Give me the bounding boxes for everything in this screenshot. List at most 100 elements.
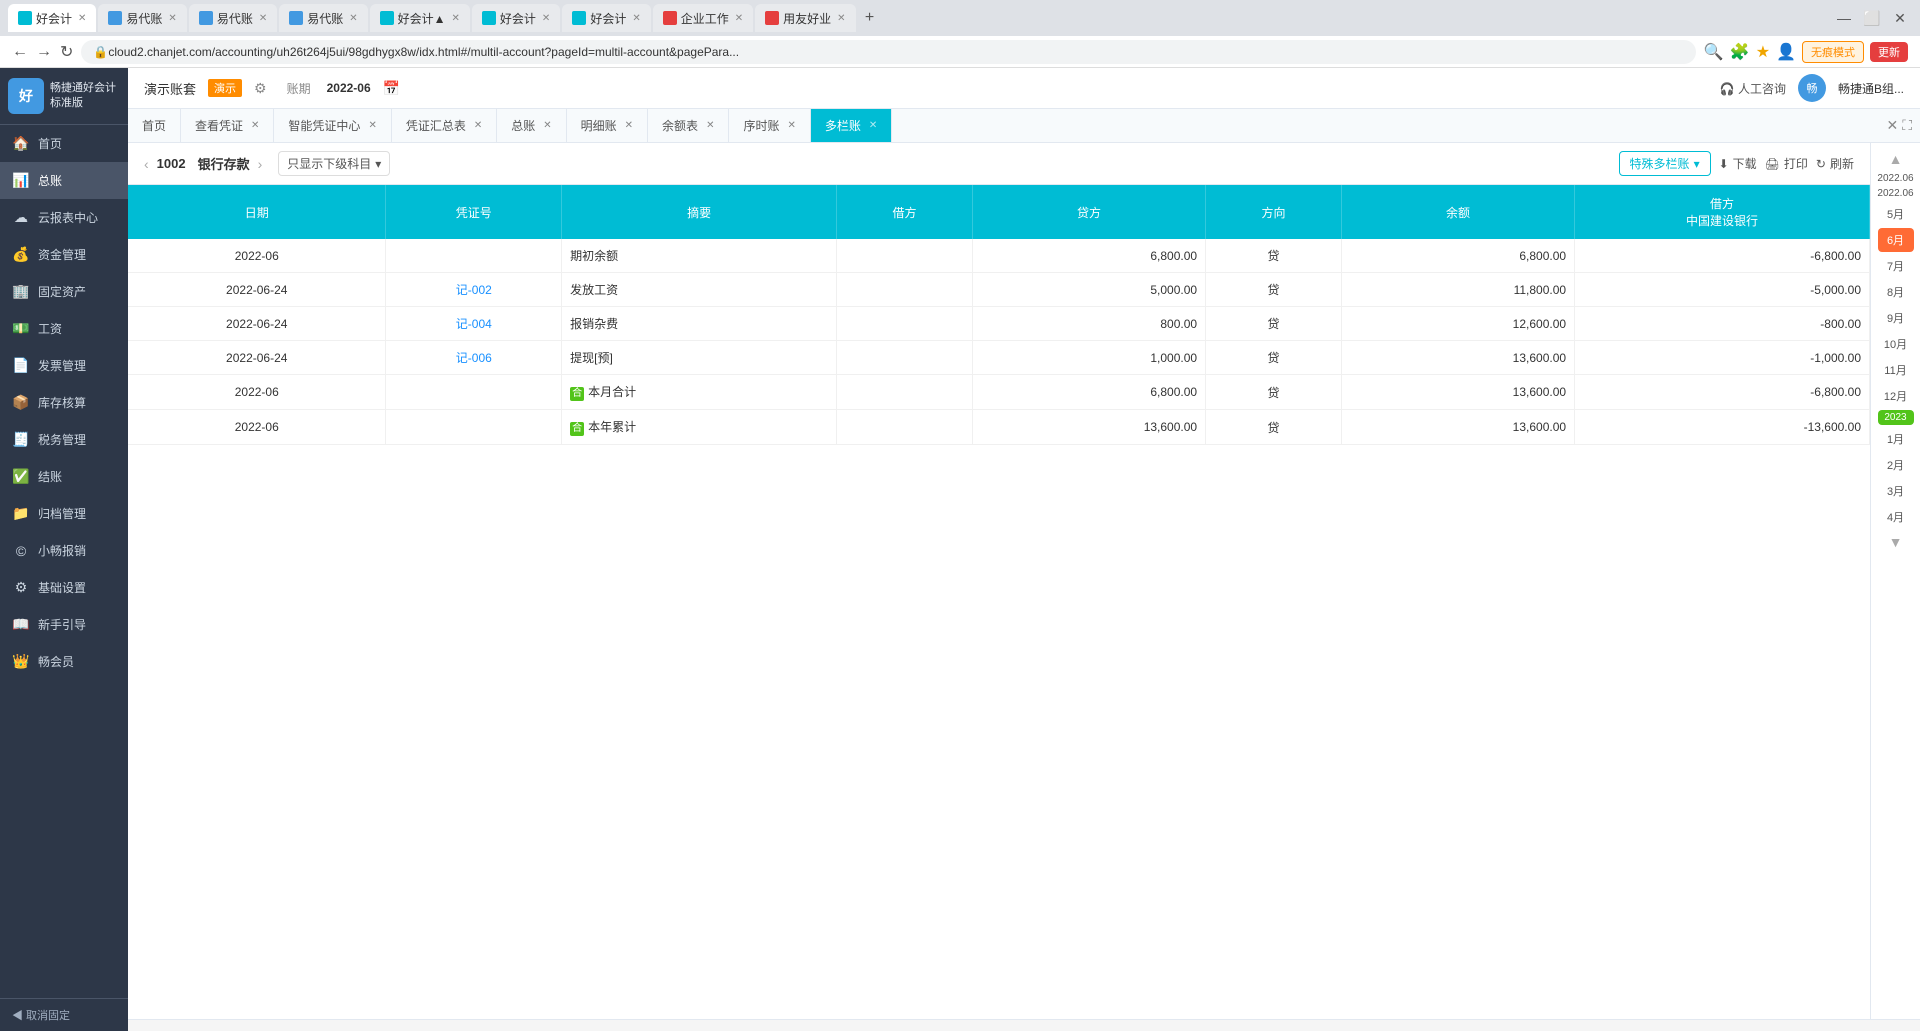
browser-tab-7[interactable]: 企业工作 ✕	[653, 4, 753, 32]
month-item-2[interactable]: 2月	[1878, 453, 1914, 477]
month-item-8[interactable]: 8月	[1878, 280, 1914, 304]
sidebar-item-reports[interactable]: ☁ 云报表中心	[0, 199, 128, 236]
restore-button[interactable]: ⬜	[1860, 6, 1884, 30]
tab-close-voucher[interactable]: ✕	[251, 120, 259, 131]
page-tab-general[interactable]: 总账 ✕	[497, 109, 566, 142]
month-item-4[interactable]: 4月	[1878, 505, 1914, 529]
tab-close-smart[interactable]: ✕	[368, 120, 376, 131]
minimize-button[interactable]: —	[1832, 6, 1856, 30]
guide-icon: 📖	[12, 616, 30, 633]
page-tab-sequence[interactable]: 序时账 ✕	[729, 109, 810, 142]
sidebar-item-guide[interactable]: 📖 新手引导	[0, 606, 128, 643]
bookmark-icon[interactable]: ★	[1756, 42, 1770, 62]
no-trace-button[interactable]: 无痕模式	[1802, 41, 1864, 63]
browser-tab-1[interactable]: 易代账 ✕	[98, 4, 186, 32]
month-item-7[interactable]: 7月	[1878, 254, 1914, 278]
sidebar-item-salary[interactable]: 💵 工资	[0, 310, 128, 347]
browser-tab-2[interactable]: 易代账 ✕	[189, 4, 277, 32]
voucher-link[interactable]: 记-004	[456, 317, 492, 331]
sidebar-item-invoice[interactable]: 📄 发票管理	[0, 347, 128, 384]
tab-close-4[interactable]: ✕	[452, 13, 460, 24]
sidebar-item-settings[interactable]: ⚙ 基础设置	[0, 569, 128, 606]
voucher-link[interactable]: 记-002	[456, 283, 492, 297]
sidebar-item-expense[interactable]: © 小畅报销	[0, 532, 128, 569]
voucher-link[interactable]: 记-006	[456, 351, 492, 365]
tab-close-btn[interactable]: ✕	[78, 13, 86, 24]
close-all-tabs-icon[interactable]: ✕	[1886, 117, 1898, 134]
page-tab-detail[interactable]: 明细账 ✕	[567, 109, 648, 142]
tab-close-3[interactable]: ✕	[349, 13, 357, 24]
browser-tab-6[interactable]: 好会计 ✕	[562, 4, 650, 32]
refresh-button[interactable]: ↻ 刷新	[1816, 155, 1854, 172]
tab-close-balance[interactable]: ✕	[706, 120, 714, 131]
page-tab-summary[interactable]: 凭证汇总表 ✕	[392, 109, 497, 142]
horizontal-scrollbar[interactable]	[128, 1019, 1920, 1031]
tab-close-2[interactable]: ✕	[259, 13, 267, 24]
month-item-6[interactable]: 6月	[1878, 228, 1914, 252]
browser-tab-8[interactable]: 用友好业 ✕	[755, 4, 855, 32]
month-nav-up[interactable]: ▲	[1885, 147, 1907, 171]
month-item-9[interactable]: 9月	[1878, 306, 1914, 330]
filter-dropdown[interactable]: 只显示下级科目 ▾	[278, 151, 390, 176]
month-item-12[interactable]: 12月	[1878, 384, 1914, 408]
cell-balance: 6,800.00	[1341, 239, 1574, 273]
tab-close-multicolumn[interactable]: ✕	[869, 120, 877, 131]
tab-close-6[interactable]: ✕	[632, 13, 640, 24]
next-account-button[interactable]: ›	[258, 156, 263, 172]
tab-close-sequence[interactable]: ✕	[787, 120, 795, 131]
update-button[interactable]: 更新	[1870, 42, 1908, 62]
sidebar-item-tax[interactable]: 🧾 税务管理	[0, 421, 128, 458]
page-tab-smart[interactable]: 智能凭证中心 ✕	[274, 109, 391, 142]
browser-tab-5[interactable]: 好会计 ✕	[472, 4, 560, 32]
cell-date: 2022-06	[128, 239, 386, 273]
settings-icon[interactable]: ⚙	[254, 80, 267, 97]
special-multicolumn-button[interactable]: 特殊多栏账 ▾	[1619, 151, 1711, 176]
print-button[interactable]: 🖨 打印	[1765, 155, 1808, 172]
forward-button[interactable]: →	[36, 43, 52, 61]
tab-close-7[interactable]: ✕	[735, 13, 743, 24]
download-button[interactable]: ⬇ 下载	[1719, 155, 1757, 172]
reload-button[interactable]: ↻	[60, 42, 73, 62]
profile-icon[interactable]: 👤	[1776, 42, 1796, 62]
month-item-10[interactable]: 10月	[1878, 332, 1914, 356]
sidebar-item-assets[interactable]: 🏢 固定资产	[0, 273, 128, 310]
month-item-5[interactable]: 5月	[1878, 202, 1914, 226]
page-tab-multicolumn[interactable]: 多栏账 ✕	[811, 109, 892, 142]
search-icon[interactable]: 🔍	[1704, 42, 1724, 62]
tab-close-general[interactable]: ✕	[543, 120, 551, 131]
tab-close-detail[interactable]: ✕	[625, 120, 633, 131]
expand-icon[interactable]: ⛶	[1902, 117, 1912, 134]
sidebar-item-funds[interactable]: 💰 资金管理	[0, 236, 128, 273]
month-item-3[interactable]: 3月	[1878, 479, 1914, 503]
browser-tab-3[interactable]: 易代账 ✕	[279, 4, 367, 32]
tab-close-summary[interactable]: ✕	[474, 120, 482, 131]
page-tab-multicolumn-label: 多栏账	[825, 117, 861, 134]
tab-close-1[interactable]: ✕	[168, 13, 176, 24]
sidebar-item-inventory[interactable]: 📦 库存核算	[0, 384, 128, 421]
month-item-11[interactable]: 11月	[1878, 358, 1914, 382]
page-tab-balance[interactable]: 余额表 ✕	[648, 109, 729, 142]
close-button[interactable]: ✕	[1888, 6, 1912, 30]
url-bar[interactable]: 🔒 cloud2.chanjet.com/accounting/uh26t264…	[81, 40, 1695, 64]
unpin-button[interactable]: ◀ 取消固定	[12, 1010, 70, 1022]
sidebar-item-ledger[interactable]: 📊 总账	[0, 162, 128, 199]
tab-close-8[interactable]: ✕	[837, 13, 845, 24]
sidebar-item-archive[interactable]: 📁 归档管理	[0, 495, 128, 532]
extensions-icon[interactable]: 🧩	[1730, 42, 1750, 62]
page-tab-voucher[interactable]: 查看凭证 ✕	[181, 109, 274, 142]
new-tab-button[interactable]: +	[858, 6, 882, 30]
month-nav-down[interactable]: ▼	[1885, 530, 1907, 554]
browser-tab-4[interactable]: 好会计▲ ✕	[370, 4, 470, 32]
month-item-1[interactable]: 1月	[1878, 427, 1914, 451]
sidebar-item-close[interactable]: ✅ 结账	[0, 458, 128, 495]
sidebar-item-home[interactable]: 🏠 首页	[0, 125, 128, 162]
browser-tab-active[interactable]: 好会计 ✕	[8, 4, 96, 32]
page-tab-home[interactable]: 首页	[128, 109, 181, 142]
sidebar-item-member[interactable]: 👑 畅会员	[0, 643, 128, 680]
back-button[interactable]: ←	[12, 43, 28, 61]
sidebar-label-archive: 归档管理	[38, 505, 86, 522]
calendar-icon[interactable]: 📅	[383, 80, 400, 97]
prev-account-button[interactable]: ‹	[144, 156, 149, 172]
tab-close-5[interactable]: ✕	[542, 13, 550, 24]
consulting-button[interactable]: 🎧 人工咨询	[1720, 80, 1786, 97]
